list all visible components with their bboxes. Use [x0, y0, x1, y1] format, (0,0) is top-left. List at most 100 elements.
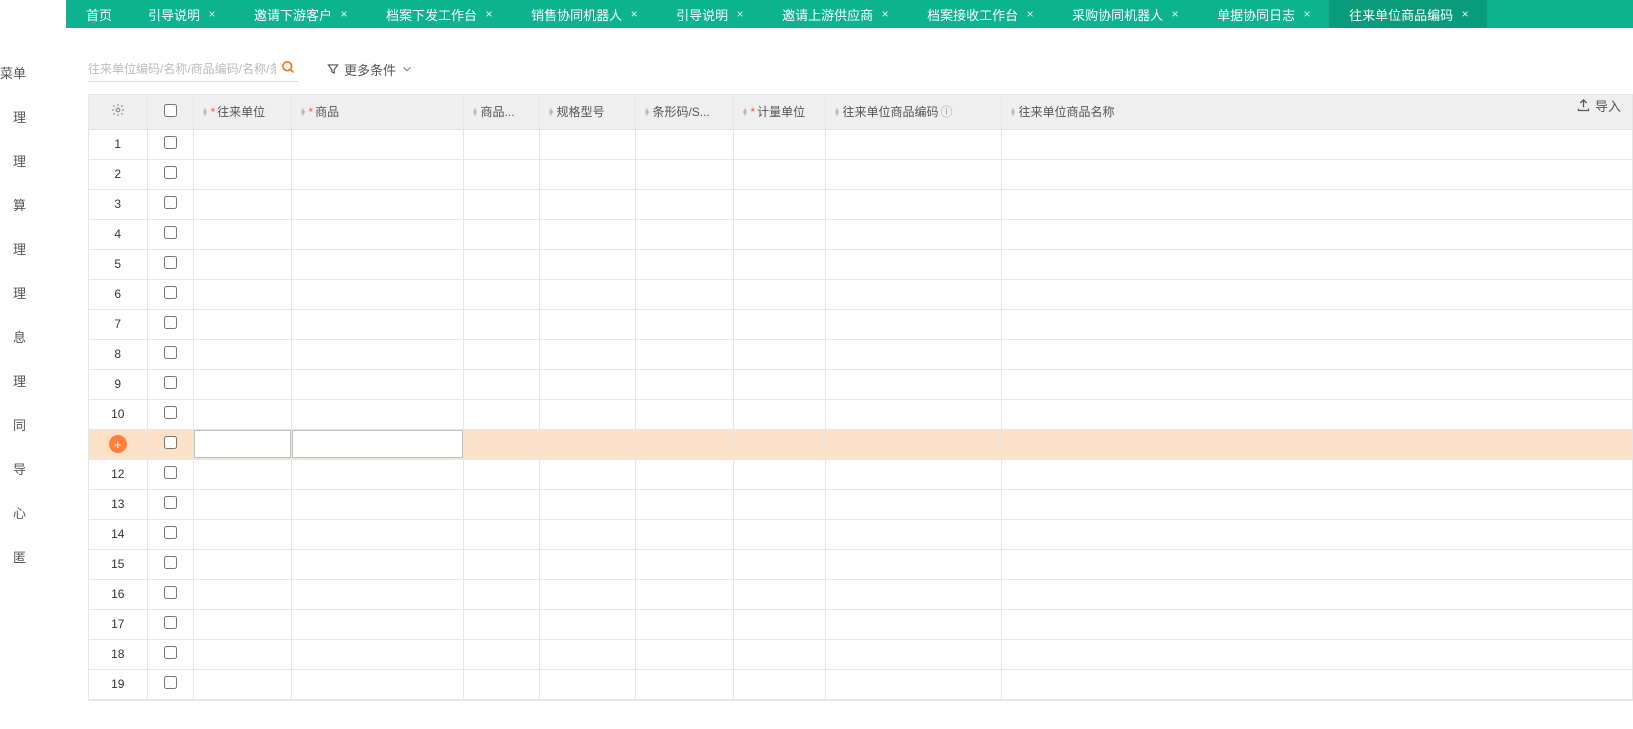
cell[interactable]: [825, 339, 1001, 369]
cell[interactable]: [635, 159, 733, 189]
cell[interactable]: [733, 339, 825, 369]
row-checkbox[interactable]: [164, 316, 177, 329]
cell[interactable]: [291, 669, 463, 699]
cell[interactable]: [1001, 159, 1633, 189]
tab[interactable]: 档案下发工作台×: [366, 0, 511, 28]
sort-icon[interactable]: ▲▼: [300, 109, 307, 117]
row-checkbox[interactable]: [164, 256, 177, 269]
cell[interactable]: [193, 579, 291, 609]
cell[interactable]: [1001, 219, 1633, 249]
cell[interactable]: [463, 129, 539, 159]
cell[interactable]: [733, 369, 825, 399]
cell[interactable]: [193, 159, 291, 189]
cell[interactable]: [733, 579, 825, 609]
cell[interactable]: [1001, 309, 1633, 339]
cell[interactable]: [463, 309, 539, 339]
cell[interactable]: [635, 129, 733, 159]
cell[interactable]: [825, 459, 1001, 489]
cell[interactable]: [635, 249, 733, 279]
row-checkbox[interactable]: [164, 646, 177, 659]
sidebar-item[interactable]: 算: [0, 182, 28, 226]
search-input[interactable]: [88, 56, 298, 82]
help-icon[interactable]: ⓘ: [940, 105, 952, 119]
cell[interactable]: [539, 249, 635, 279]
cell[interactable]: [1001, 129, 1633, 159]
cell[interactable]: [291, 459, 463, 489]
add-row-button[interactable]: +: [109, 435, 127, 453]
cell[interactable]: [463, 639, 539, 669]
cell[interactable]: [635, 639, 733, 669]
column-header-c6[interactable]: ▲▼*计量单位: [733, 95, 825, 129]
cell[interactable]: [291, 369, 463, 399]
column-header-c2[interactable]: ▲▼*商品: [291, 95, 463, 129]
cell[interactable]: [539, 399, 635, 429]
cell[interactable]: [463, 219, 539, 249]
row-checkbox[interactable]: [164, 196, 177, 209]
cell[interactable]: [463, 339, 539, 369]
cell[interactable]: [825, 639, 1001, 669]
tab[interactable]: 首页: [66, 0, 128, 28]
cell[interactable]: [635, 399, 733, 429]
cell[interactable]: [733, 459, 825, 489]
cell[interactable]: [291, 249, 463, 279]
column-header-c7[interactable]: ▲▼往来单位商品编码ⓘ: [825, 95, 1001, 129]
row-checkbox[interactable]: [164, 226, 177, 239]
row-checkbox[interactable]: [164, 466, 177, 479]
cell[interactable]: [733, 189, 825, 219]
cell[interactable]: [539, 519, 635, 549]
cell[interactable]: [291, 639, 463, 669]
tab[interactable]: 档案接收工作台×: [907, 0, 1052, 28]
cell[interactable]: [1001, 249, 1633, 279]
cell[interactable]: [463, 249, 539, 279]
cell[interactable]: [825, 669, 1001, 699]
cell[interactable]: [733, 519, 825, 549]
cell[interactable]: [635, 189, 733, 219]
cell[interactable]: [539, 579, 635, 609]
cell[interactable]: [635, 309, 733, 339]
row-checkbox[interactable]: [164, 616, 177, 629]
cell[interactable]: [193, 429, 291, 459]
sort-icon[interactable]: ▲▼: [742, 109, 749, 117]
cell[interactable]: [463, 399, 539, 429]
row-checkbox[interactable]: [164, 406, 177, 419]
sort-icon[interactable]: ▲▼: [644, 109, 651, 117]
sidebar-item[interactable]: 理: [0, 358, 28, 402]
sidebar-item[interactable]: 导: [0, 446, 28, 490]
cell[interactable]: [463, 669, 539, 699]
cell[interactable]: [463, 429, 539, 459]
cell[interactable]: [193, 309, 291, 339]
cell[interactable]: [733, 489, 825, 519]
close-icon[interactable]: ×: [483, 7, 495, 21]
cell[interactable]: [291, 309, 463, 339]
cell[interactable]: [193, 399, 291, 429]
cell[interactable]: [463, 189, 539, 219]
cell[interactable]: [733, 129, 825, 159]
cell[interactable]: [291, 489, 463, 519]
cell[interactable]: [635, 579, 733, 609]
cell[interactable]: [1001, 549, 1633, 579]
row-checkbox[interactable]: [164, 586, 177, 599]
cell[interactable]: [825, 399, 1001, 429]
cell[interactable]: [1001, 339, 1633, 369]
cell[interactable]: [193, 129, 291, 159]
sort-icon[interactable]: ▲▼: [472, 109, 479, 117]
cell[interactable]: [193, 669, 291, 699]
cell[interactable]: [291, 399, 463, 429]
cell[interactable]: [193, 519, 291, 549]
close-icon[interactable]: ×: [1459, 7, 1471, 21]
cell[interactable]: [193, 639, 291, 669]
row-checkbox[interactable]: [164, 166, 177, 179]
cell[interactable]: [463, 609, 539, 639]
cell[interactable]: [539, 609, 635, 639]
cell[interactable]: [463, 459, 539, 489]
cell[interactable]: [193, 249, 291, 279]
cell[interactable]: [539, 129, 635, 159]
close-icon[interactable]: ×: [734, 7, 746, 21]
cell[interactable]: [825, 129, 1001, 159]
close-icon[interactable]: ×: [879, 7, 891, 21]
cell[interactable]: [1001, 669, 1633, 699]
cell[interactable]: [193, 219, 291, 249]
row-checkbox[interactable]: [164, 526, 177, 539]
sidebar-item[interactable]: 理: [0, 270, 28, 314]
cell[interactable]: [291, 159, 463, 189]
